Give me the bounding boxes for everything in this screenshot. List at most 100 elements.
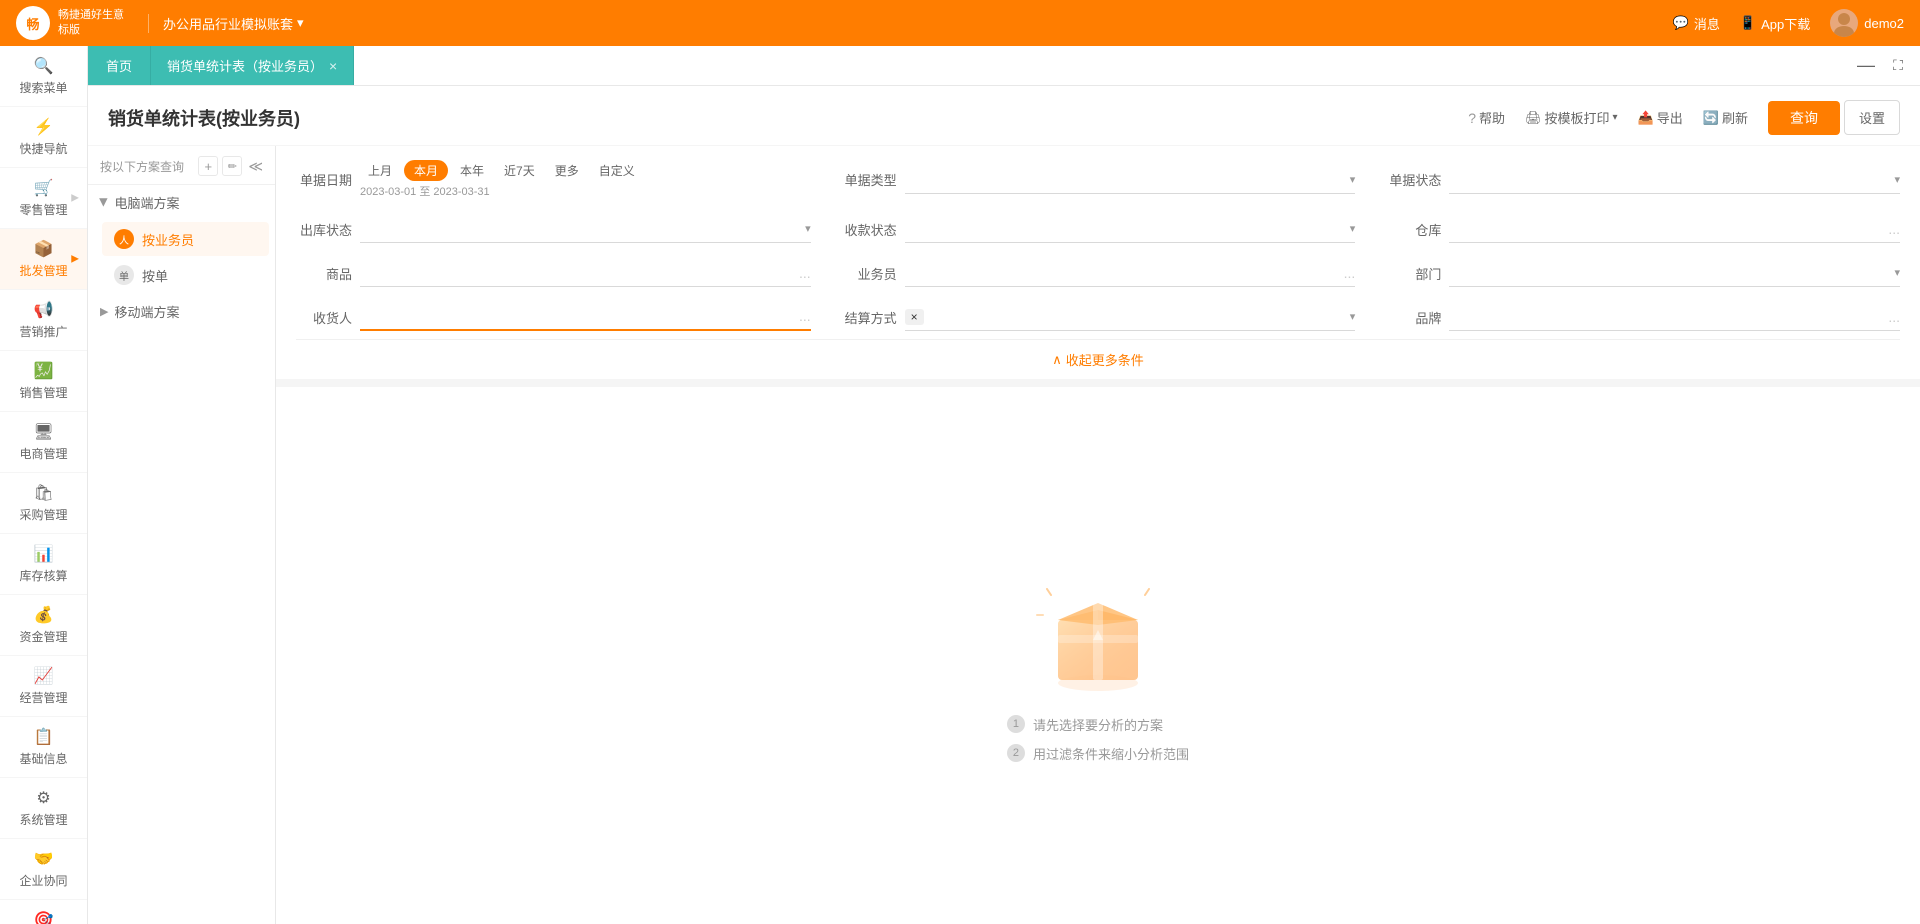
sidebar: 🔍 搜索菜单 ⚡ 快捷导航 🛒 零售管理 ▶ 📦 批发管理 ▶ 📢 营销推广 [0, 46, 88, 924]
dept-chevron-icon: ▾ [1894, 266, 1900, 279]
system-icon: ⚙ [36, 788, 50, 808]
sidebar-item-purchase[interactable]: 🛍 采购管理 [0, 473, 87, 534]
marketing-icon: 📢 [34, 300, 54, 320]
doc-type-chevron-icon: ▾ [1350, 173, 1356, 186]
ecommerce-icon: 🖥 [33, 422, 53, 442]
scheme-group-pc-header[interactable]: ▶ 电脑端方案 [88, 185, 275, 220]
sidebar-item-newbie[interactable]: 🎯 新手引导 [0, 900, 87, 924]
tip2-num: 2 [1007, 744, 1025, 762]
payment-filter-item: 收款状态 ▾ [841, 215, 1356, 243]
tab-expand-btn[interactable]: ⛶ [1884, 52, 1912, 80]
dept-select[interactable]: ▾ [1449, 259, 1900, 287]
sidebar-item-finance[interactable]: 💰 资金管理 [0, 595, 87, 656]
brand-input[interactable]: ... [1449, 303, 1900, 331]
settlement-label: 结算方式 [841, 308, 905, 327]
scheme-item-order[interactable]: 单 按单 [102, 258, 269, 292]
tab-sales-stat[interactable]: 销货单统计表（按业务员） × [151, 46, 354, 85]
help-icon: ? [1468, 110, 1476, 126]
scheme-collapse-btn[interactable]: ≪ [248, 158, 263, 175]
export-icon: 📤 [1638, 110, 1654, 126]
shortcuts-icon: ⚡ [34, 117, 54, 137]
export-btn[interactable]: 📤 导出 [1630, 104, 1691, 131]
goods-filter-item: 商品 ... [296, 259, 811, 287]
scheme-add-btn[interactable]: + [198, 156, 218, 176]
sidebar-item-marketing[interactable]: 📢 营销推广 [0, 290, 87, 351]
salesperson-label: 业务员 [841, 264, 905, 283]
tab-minimize-btn[interactable]: — [1852, 52, 1880, 80]
retail-icon: 🛒 [34, 178, 54, 198]
doc-type-select[interactable]: ▾ [905, 166, 1356, 194]
sidebar-item-basic[interactable]: 📋 基础信息 [0, 717, 87, 778]
scheme-item-salesperson[interactable]: 人 按业务员 [102, 222, 269, 256]
tab-home[interactable]: 首页 [88, 46, 151, 85]
doc-status-filter-item: 单据状态 ▾ [1385, 166, 1900, 194]
date-option-more[interactable]: 更多 [547, 160, 587, 181]
date-option-this-year[interactable]: 本年 [452, 160, 492, 181]
settlement-filter-item: 结算方式 × ▾ [841, 303, 1356, 331]
wholesale-icon: 📦 [34, 239, 54, 259]
download-icon: 📱 [1740, 15, 1756, 31]
goods-input[interactable]: ... [360, 259, 811, 287]
doc-type-label: 单据类型 [841, 170, 905, 189]
dept-filter-item: 部门 ▾ [1385, 259, 1900, 287]
doc-type-filter-item: 单据类型 ▾ [841, 166, 1356, 194]
brand-label: 品牌 [1385, 308, 1449, 327]
date-option-this-month[interactable]: 本月 [404, 160, 448, 181]
logo-area: 畅 畅捷通好生意 标版 [16, 6, 124, 40]
salesperson-input[interactable]: ... [905, 259, 1356, 287]
payment-select[interactable]: ▾ [905, 215, 1356, 243]
settlement-clear-btn[interactable]: × [905, 309, 924, 325]
sidebar-item-shortcuts[interactable]: ⚡ 快捷导航 [0, 107, 87, 168]
avatar [1830, 9, 1858, 37]
enterprise-icon: 🤝 [34, 849, 54, 869]
collapse-btn[interactable]: ∧ 收起更多条件 [296, 340, 1900, 379]
scheme-item-salesperson-icon: 人 [114, 229, 134, 249]
inventory-icon: 📊 [34, 544, 54, 564]
recipient-input[interactable]: ... [360, 303, 811, 331]
delivery-select[interactable]: ▾ [360, 215, 811, 243]
doc-status-select[interactable]: ▾ [1449, 166, 1900, 194]
sidebar-item-sales[interactable]: 💹 销售管理 [0, 351, 87, 412]
user-profile[interactable]: demo2 [1830, 9, 1904, 37]
sidebar-item-ecommerce[interactable]: 🖥 电商管理 [0, 412, 87, 473]
sidebar-item-inventory[interactable]: 📊 库存核算 [0, 534, 87, 595]
salesperson-filter-item: 业务员 ... [841, 259, 1356, 287]
scheme-edit-btn[interactable]: ✏ [222, 156, 242, 176]
empty-state: 1 请先选择要分析的方案 2 用过滤条件来缩小分析范围 [276, 387, 1920, 924]
tab-close-icon[interactable]: × [329, 59, 337, 73]
sidebar-item-operations[interactable]: 📈 经营管理 [0, 656, 87, 717]
collapse-icon: ∧ [1052, 352, 1062, 368]
sidebar-item-search[interactable]: 🔍 搜索菜单 [0, 46, 87, 107]
sidebar-item-retail[interactable]: 🛒 零售管理 ▶ [0, 168, 87, 229]
scheme-panel-title: 按以下方案查询 [100, 158, 184, 175]
company-selector[interactable]: 办公用品行业模拟账套 ▾ [148, 14, 304, 33]
settlement-chevron-icon: ▾ [1350, 310, 1356, 323]
sidebar-item-system[interactable]: ⚙ 系统管理 [0, 778, 87, 839]
sidebar-item-enterprise[interactable]: 🤝 企业协同 [0, 839, 87, 900]
logo-icon: 畅 [16, 6, 50, 40]
print-btn[interactable]: 🖨 按模板打印 ▾ [1517, 104, 1626, 131]
sidebar-item-wholesale[interactable]: 📦 批发管理 ▶ [0, 229, 87, 290]
doc-status-label: 单据状态 [1385, 170, 1449, 189]
date-option-7days[interactable]: 近7天 [496, 160, 543, 181]
app-download-btn[interactable]: 📱 App下载 [1740, 14, 1810, 33]
chevron-right-icon: ▶ [98, 198, 111, 206]
operations-icon: 📈 [34, 666, 54, 686]
date-filter-item: 单据日期 上月 本月 本年 近7天 更多 [296, 160, 811, 199]
warehouse-input[interactable]: ... [1449, 215, 1900, 243]
query-button[interactable]: 查询 [1768, 101, 1840, 135]
recipient-label: 收货人 [296, 308, 360, 327]
basic-icon: 📋 [34, 727, 54, 747]
message-btn[interactable]: 💬 消息 [1673, 14, 1720, 33]
date-option-prev-month[interactable]: 上月 [360, 160, 400, 181]
date-option-custom[interactable]: 自定义 [591, 160, 643, 181]
date-label: 单据日期 [296, 170, 360, 189]
delivery-chevron-icon: ▾ [805, 222, 811, 235]
help-btn[interactable]: ? 帮助 [1460, 104, 1513, 131]
refresh-btn[interactable]: 🔄 刷新 [1695, 104, 1756, 131]
empty-tips: 1 请先选择要分析的方案 2 用过滤条件来缩小分析范围 [1007, 715, 1189, 763]
settings-button[interactable]: 设置 [1844, 100, 1900, 135]
settlement-select[interactable]: × ▾ [905, 303, 1356, 331]
scheme-group-mobile-header[interactable]: ▶ 移动端方案 [88, 294, 275, 329]
scheme-group-pc: ▶ 电脑端方案 人 按业务员 单 [88, 185, 275, 292]
